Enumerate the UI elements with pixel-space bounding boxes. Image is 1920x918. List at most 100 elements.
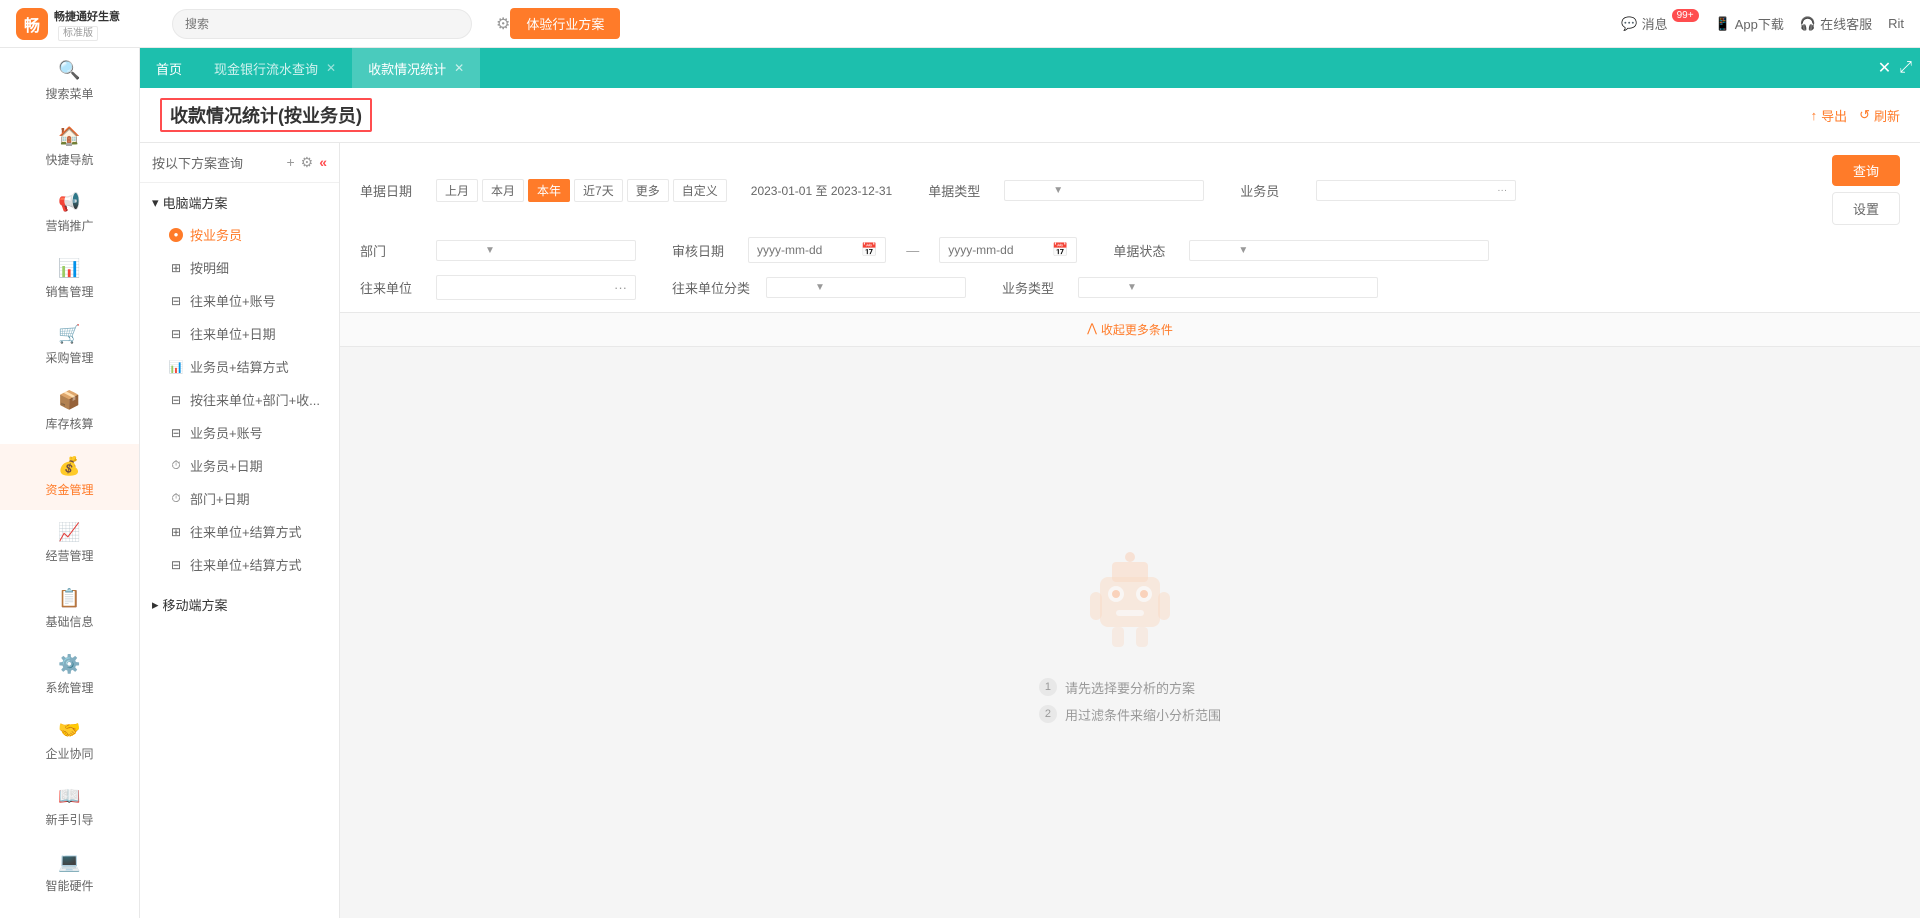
scheme-item-salesman-settle[interactable]: 📊 业务员+结算方式: [140, 350, 339, 383]
unit-settle2-icon: ⊟: [168, 557, 184, 573]
message-btn[interactable]: 💬 消息 99+: [1621, 14, 1698, 33]
scheme-item-by-detail[interactable]: ⊞ 按明细: [140, 251, 339, 284]
logo-text: 畅捷通好生意: [54, 8, 120, 24]
scheme-item-unit-settle1[interactable]: ⊞ 往来单位+结算方式: [140, 515, 339, 548]
sidebar-item-marketing[interactable]: 📢 营销推广: [0, 180, 139, 246]
sidebar-item-business[interactable]: 📈 经营管理: [0, 510, 139, 576]
inventory-icon: 📦: [58, 390, 80, 411]
tab-bank[interactable]: 现金银行流水查询 ✕: [198, 48, 352, 88]
export-label: 导出: [1821, 106, 1847, 125]
sidebar-item-guide[interactable]: 📖 新手引导: [0, 774, 139, 840]
scheme-item-unit-account[interactable]: ⊟ 往来单位+账号: [140, 284, 339, 317]
step-1-text: 请先选择要分析的方案: [1065, 678, 1195, 697]
collapse-bar[interactable]: ⋀ 收起更多条件: [340, 313, 1920, 347]
this-year-btn[interactable]: 本年: [528, 179, 570, 202]
dept-select[interactable]: ▼: [436, 240, 636, 261]
sidebar-item-sales[interactable]: 📊 销售管理: [0, 246, 139, 312]
filter-row-2: 部门 ▼ 审核日期 📅 — 📅: [360, 237, 1900, 263]
empty-state: 1 请先选择要分析的方案 2 用过滤条件来缩小分析范围: [340, 347, 1920, 918]
by-salesman-label: 按业务员: [190, 225, 242, 244]
sidebar-item-basic[interactable]: 📋 基础信息: [0, 576, 139, 642]
partner-input[interactable]: ···: [436, 275, 636, 300]
sidebar-item-purchase[interactable]: 🛒 采购管理: [0, 312, 139, 378]
scheme-group-header-desktop[interactable]: ▾ 电脑端方案: [140, 187, 339, 218]
tab-close-all-icon[interactable]: ✕: [1878, 58, 1891, 78]
sidebar-item-wechat[interactable]: 💬 企业微信: [0, 906, 139, 918]
gear-btn[interactable]: ⚙: [496, 14, 510, 34]
marketing-label: 营销推广: [45, 217, 93, 234]
query-btn[interactable]: 查询: [1832, 155, 1900, 186]
tab-collection-label: 收款情况统计: [368, 59, 446, 78]
empty-steps: 1 请先选择要分析的方案 2 用过滤条件来缩小分析范围: [1039, 678, 1221, 724]
online-service-btn[interactable]: 🎧 在线客服: [1800, 14, 1872, 33]
message-badge: 99+: [1672, 9, 1699, 22]
app-download-btn[interactable]: 📱 App下载: [1715, 14, 1784, 33]
export-btn[interactable]: ↑ 导出: [1811, 106, 1848, 125]
partner-dots[interactable]: ···: [614, 280, 627, 295]
tab-expand-icon[interactable]: ⤢: [1899, 59, 1912, 77]
salesman-settle-label: 业务员+结算方式: [190, 357, 289, 376]
left-panel: 按以下方案查询 + ⚙ « ▾ 电脑端方案 ● 按业务员 ⊞ 按明细 ⊟: [140, 143, 340, 918]
tab-collection-close[interactable]: ✕: [454, 61, 464, 75]
salesman-input[interactable]: ···: [1316, 180, 1516, 201]
doc-type-select[interactable]: ▼: [1004, 180, 1204, 201]
sidebar-item-search[interactable]: 🔍 搜索菜单: [0, 48, 139, 114]
scheme-item-unit-date[interactable]: ⊟ 往来单位+日期: [140, 317, 339, 350]
sidebar-item-enterprise[interactable]: 🤝 企业协同: [0, 708, 139, 774]
review-date-to[interactable]: 📅: [939, 237, 1077, 263]
more-btn[interactable]: 更多: [627, 179, 669, 202]
tab-collection[interactable]: 收款情况统计 ✕: [352, 48, 480, 88]
sidebar-item-inventory[interactable]: 📦 库存核算: [0, 378, 139, 444]
scheme-item-dept-date[interactable]: ⏱ 部门+日期: [140, 482, 339, 515]
scheme-group-header-mobile[interactable]: ▸ 移动端方案: [140, 589, 339, 620]
search-input[interactable]: [172, 9, 472, 39]
sidebar-item-finance[interactable]: 💰 资金管理: [0, 444, 139, 510]
review-date-to-input[interactable]: [948, 243, 1048, 257]
scheme-item-unit-dept-col[interactable]: ⊟ 按往来单位+部门+收...: [140, 383, 339, 416]
biz-type-arrow: ▼: [1127, 282, 1137, 293]
collapse-panel-icon[interactable]: «: [319, 154, 327, 171]
purchase-label: 采购管理: [45, 349, 93, 366]
quick-nav-icon: 🏠: [58, 126, 80, 147]
biz-type-select[interactable]: ▼: [1078, 277, 1378, 298]
settings-btn[interactable]: 设置: [1832, 192, 1900, 225]
unit-settle2-label: 往来单位+结算方式: [190, 555, 302, 574]
scheme-item-by-salesman[interactable]: ● 按业务员: [140, 218, 339, 251]
main-content: 首页 现金银行流水查询 ✕ 收款情况统计 ✕ ✕ ⤢ 收款情况统计(按业务员) …: [140, 48, 1920, 918]
scheme-item-salesman-account[interactable]: ⊟ 业务员+账号: [140, 416, 339, 449]
enterprise-icon: 🤝: [58, 720, 80, 741]
partner-type-select[interactable]: ▼: [766, 277, 966, 298]
scheme-item-salesman-date[interactable]: ⏱ 业务员+日期: [140, 449, 339, 482]
search-label: 搜索菜单: [45, 85, 93, 102]
tab-bank-close[interactable]: ✕: [326, 61, 336, 75]
custom-btn[interactable]: 自定义: [673, 179, 727, 202]
unit-settle1-label: 往来单位+结算方式: [190, 522, 302, 541]
sidebar-item-quick-nav[interactable]: 🏠 快捷导航: [0, 114, 139, 180]
by-detail-icon: ⊞: [168, 260, 184, 276]
refresh-icon: ↺: [1859, 107, 1870, 123]
unit-account-icon: ⊟: [168, 293, 184, 309]
group-arrow-desktop: ▾: [152, 195, 159, 211]
app-icon: 📱: [1715, 16, 1731, 32]
prev-month-btn[interactable]: 上月: [436, 179, 478, 202]
user-name[interactable]: Rit: [1888, 16, 1904, 31]
logo-area: 畅 畅捷通好生意 标准版: [16, 8, 156, 40]
doc-status-select[interactable]: ▼: [1189, 240, 1489, 261]
scheme-item-unit-settle2[interactable]: ⊟ 往来单位+结算方式: [140, 548, 339, 581]
last-7days-btn[interactable]: 近7天: [574, 179, 623, 202]
this-month-btn[interactable]: 本月: [482, 179, 524, 202]
tab-home[interactable]: 首页: [140, 48, 198, 88]
unit-date-icon: ⊟: [168, 326, 184, 342]
refresh-btn[interactable]: ↺ 刷新: [1859, 106, 1900, 125]
sidebar-item-hardware[interactable]: 💻 智能硬件: [0, 840, 139, 906]
sidebar-item-system[interactable]: ⚙️ 系统管理: [0, 642, 139, 708]
trial-btn[interactable]: 体验行业方案: [510, 8, 620, 39]
review-date-from[interactable]: 📅: [748, 237, 886, 263]
scheme-settings-icon[interactable]: ⚙: [301, 154, 314, 171]
review-date-from-input[interactable]: [757, 243, 857, 257]
calendar-icon-2: 📅: [1052, 242, 1068, 258]
dept-date-label: 部门+日期: [190, 489, 250, 508]
empty-illustration: [1070, 542, 1190, 662]
collapse-icon: ⋀: [1087, 321, 1097, 338]
add-scheme-icon[interactable]: +: [286, 154, 294, 171]
